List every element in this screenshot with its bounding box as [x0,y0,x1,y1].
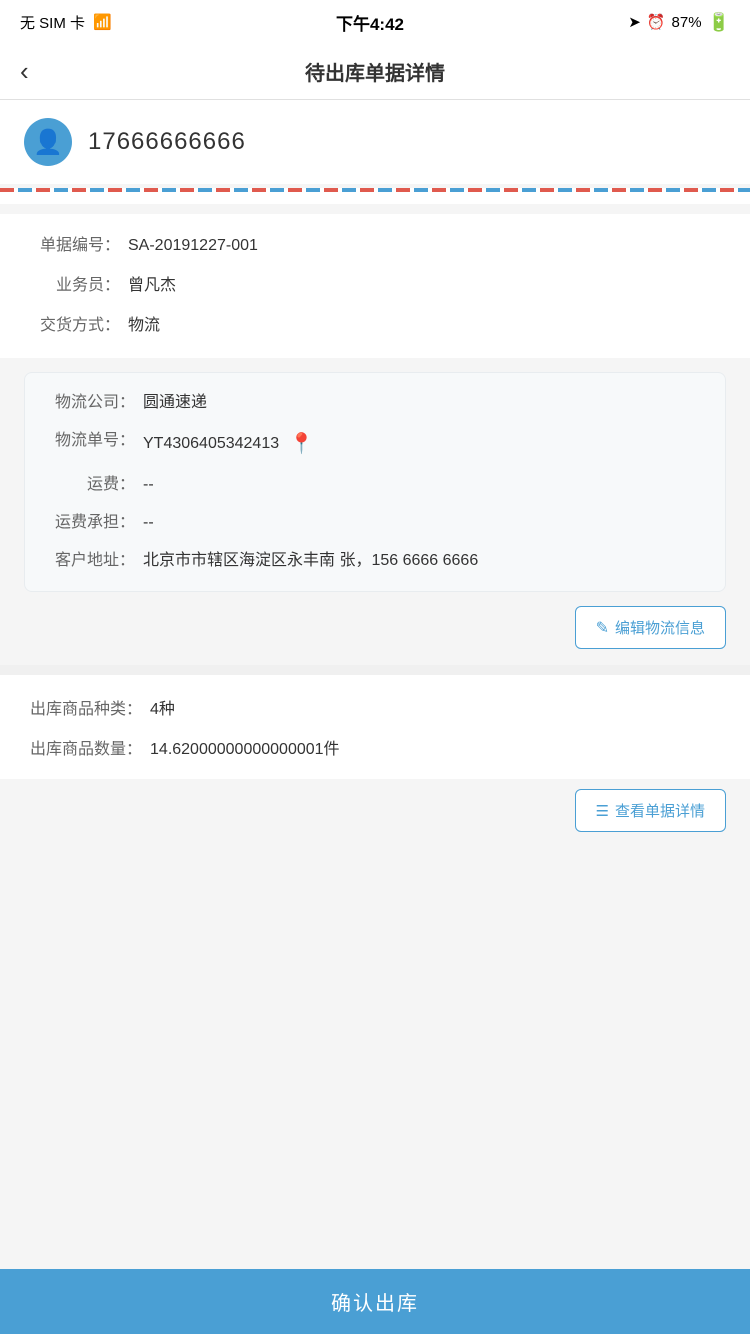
goods-types-row: 出库商品种类： 4种 [30,695,720,719]
edit-logistics-btn-wrapper: ✎ 编辑物流信息 [24,606,726,649]
goods-quantity-value: 14.62000000000000001件 [142,735,340,759]
confirm-outbound-button[interactable]: 确认出库 [0,1287,750,1316]
edit-logistics-label: 编辑物流信息 [615,617,705,638]
nav-bar: ‹ 待出库单据详情 [0,44,750,100]
status-bar: 无 SIM 卡 📶 下午4:42 ➤ ⏰ 87% 🔋 [0,0,750,44]
view-detail-button[interactable]: ☰ 查看单据详情 [575,789,726,832]
freight-bearer-row: 运费承担： -- [45,511,705,535]
tracking-number-value: YT4306405342413 📍 [135,429,705,459]
status-time: 下午4:42 [336,10,404,35]
salesperson-value: 曾凡杰 [120,274,720,298]
logistics-company-row: 物流公司： 圆通速递 [45,391,705,415]
view-detail-label: 查看单据详情 [615,800,705,821]
status-left: 无 SIM 卡 📶 [20,12,112,33]
bottom-spacer [0,848,750,1048]
view-detail-btn-wrapper: ☰ 查看单据详情 [24,789,726,832]
goods-types-value: 4种 [142,695,175,719]
customer-header: 👤 17666666666 [0,100,750,184]
logistics-company-value: 圆通速递 [135,391,705,415]
freight-label: 运费： [45,473,135,497]
dashed-separator [0,188,750,204]
detail-icon: ☰ [596,802,609,820]
delivery-method-row: 交货方式： 物流 [30,314,720,338]
goods-section: 出库商品种类： 4种 出库商品数量： 14.62000000000000001件 [0,675,750,779]
battery-icon: 🔋 [708,12,730,33]
logistics-company-label: 物流公司： [45,391,135,415]
alarm-icon: ⏰ [647,13,666,31]
document-number-row: 单据编号： SA-20191227-001 [30,234,720,258]
edit-logistics-button[interactable]: ✎ 编辑物流信息 [575,606,726,649]
address-value: 北京市市辖区海淀区永丰南 张，156 6666 6666 [135,549,705,573]
avatar-icon: 👤 [33,128,63,157]
salesperson-row: 业务员： 曾凡杰 [30,274,720,298]
freight-bearer-label: 运费承担： [45,511,135,535]
avatar: 👤 [24,118,72,166]
sim-status: 无 SIM 卡 [20,12,85,33]
order-info-section: 单据编号： SA-20191227-001 业务员： 曾凡杰 交货方式： 物流 [0,214,750,358]
document-number-value: SA-20191227-001 [120,234,720,258]
salesperson-label: 业务员： [30,274,120,298]
page-title: 待出库单据详情 [305,57,445,86]
address-row: 客户地址： 北京市市辖区海淀区永丰南 张，156 6666 6666 [45,549,705,573]
freight-bearer-value: -- [135,511,705,535]
logistics-card: 物流公司： 圆通速递 物流单号： YT4306405342413 📍 运费： -… [24,372,726,592]
location-icon[interactable]: 📍 [289,429,314,459]
wifi-icon: 📶 [93,13,112,31]
freight-value: -- [135,473,705,497]
confirm-button-wrapper: 确认出库 [0,1269,750,1334]
goods-quantity-label: 出库商品数量： [30,735,142,759]
freight-row: 运费： -- [45,473,705,497]
location-status-icon: ➤ [628,13,641,31]
delivery-method-value: 物流 [120,314,720,338]
dashed-line [0,188,750,192]
goods-types-label: 出库商品种类： [30,695,142,719]
status-right: ➤ ⏰ 87% 🔋 [628,12,730,33]
customer-phone: 17666666666 [88,128,246,156]
section-divider [0,665,750,675]
tracking-number-row: 物流单号： YT4306405342413 📍 [45,429,705,459]
tracking-number-label: 物流单号： [45,429,135,453]
goods-quantity-row: 出库商品数量： 14.62000000000000001件 [30,735,720,759]
document-number-label: 单据编号： [30,234,120,258]
address-label: 客户地址： [45,549,135,573]
edit-icon: ✎ [596,618,609,638]
back-button[interactable]: ‹ [12,48,37,95]
battery-level: 87% [672,14,702,31]
delivery-method-label: 交货方式： [30,314,120,338]
